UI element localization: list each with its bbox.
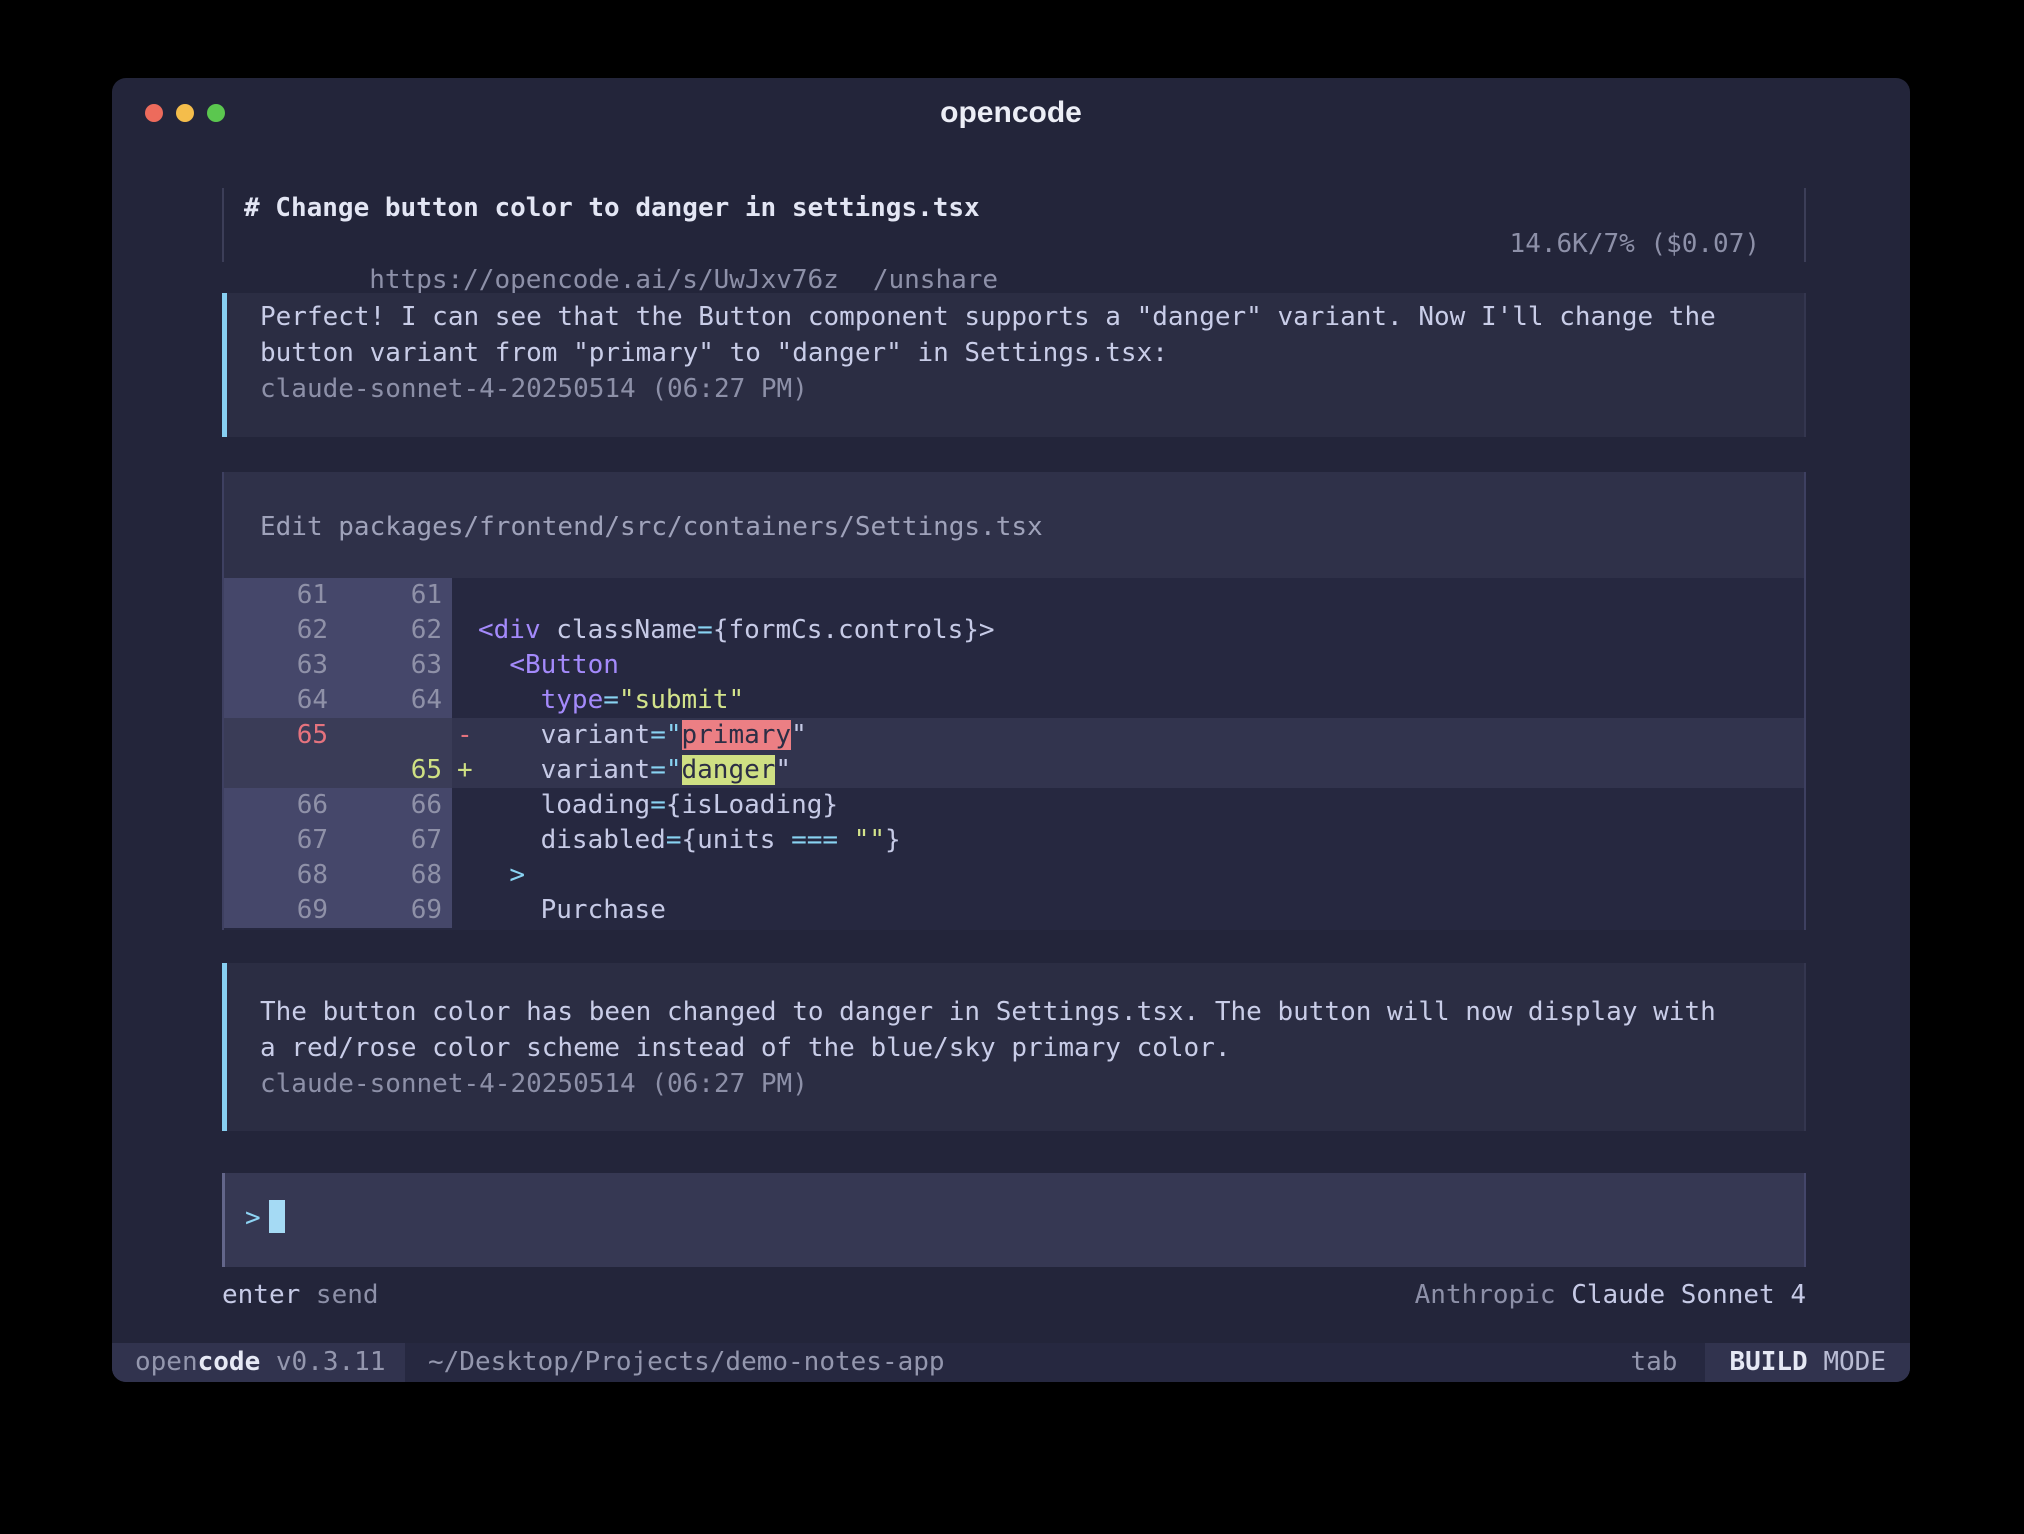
line-number-gutter: 6666	[224, 788, 452, 823]
prompt-chevron: >	[245, 1203, 261, 1233]
diff-row: 6464 type="submit"	[224, 683, 1804, 718]
code-line: <div className={formCs.controls}>	[473, 613, 995, 648]
tab-key-hint: tab	[1630, 1343, 1677, 1382]
hint-row: enter send Anthropic Claude Sonnet 4	[222, 1277, 1806, 1313]
prompt-input[interactable]: >	[222, 1173, 1806, 1267]
line-number-gutter: 6969	[224, 893, 452, 928]
send-hint: enter send	[222, 1277, 379, 1313]
diff-marker: +	[452, 753, 473, 788]
send-label: send	[300, 1280, 378, 1310]
session-header: # Change button color to danger in setti…	[222, 188, 1806, 262]
share-url[interactable]: https://opencode.ai/s/UwJxv76z	[369, 265, 839, 295]
diff-marker	[452, 683, 473, 718]
enter-key-hint: enter	[222, 1280, 300, 1310]
line-number-gutter: 6161	[224, 578, 452, 613]
diff-marker	[452, 893, 473, 928]
mode-toggle[interactable]: BUILD MODE	[1705, 1343, 1910, 1382]
app-version-chip: opencode v0.3.11	[112, 1343, 405, 1382]
app-name-suffix: code	[198, 1347, 261, 1377]
message-model-meta: claude-sonnet-4-20250514 (06:27 PM)	[260, 1066, 1804, 1102]
diff-row: 6161	[224, 578, 1804, 613]
line-number-gutter: 6262	[224, 613, 452, 648]
mode-label: MODE	[1808, 1347, 1886, 1377]
diff-row: 65+ variant="danger"	[224, 753, 1804, 788]
code-line: disabled={units === ""}	[473, 823, 901, 858]
edit-tool-block: Edit packages/frontend/src/containers/Se…	[222, 472, 1806, 930]
app-name-prefix: open	[135, 1347, 198, 1377]
line-number-gutter: 6464	[224, 683, 452, 718]
code-line: loading={isLoading}	[473, 788, 838, 823]
model-indicator: Anthropic Claude Sonnet 4	[1415, 1277, 1806, 1313]
diff-row: 6767 disabled={units === ""}	[224, 823, 1804, 858]
diff-marker	[452, 613, 473, 648]
mode-key: BUILD	[1729, 1347, 1807, 1377]
edit-tool-title: Edit packages/frontend/src/containers/Se…	[224, 472, 1804, 578]
code-line: variant="danger"	[473, 753, 791, 788]
diff-marker	[452, 858, 473, 893]
provider-label: Anthropic	[1415, 1280, 1572, 1310]
diff-row: 6363 <Button	[224, 648, 1804, 683]
code-line: <Button	[473, 648, 619, 683]
status-bar: opencode v0.3.11 ~/Desktop/Projects/demo…	[112, 1343, 1910, 1382]
diff-row: 65- variant="primary"	[224, 718, 1804, 753]
session-title: # Change button color to danger in setti…	[244, 190, 1760, 226]
diff-row: 6666 loading={isLoading}	[224, 788, 1804, 823]
message-line: The button color has been changed to dan…	[260, 994, 1804, 1030]
app-version: v0.3.11	[260, 1347, 385, 1377]
model-name: Claude Sonnet 4	[1571, 1280, 1806, 1310]
code-line: variant="primary"	[473, 718, 807, 753]
message-line: Perfect! I can see that the Button compo…	[260, 299, 1804, 335]
assistant-message: Perfect! I can see that the Button compo…	[222, 293, 1806, 437]
line-number-gutter: 6363	[224, 648, 452, 683]
diff-row: 6969 Purchase	[224, 893, 1804, 928]
desktop: { "window": { "title": "opencode" }, "tr…	[0, 0, 2024, 1534]
code-line: >	[473, 858, 525, 893]
status-right: tab BUILD MODE	[1630, 1343, 1910, 1382]
diff-marker	[452, 788, 473, 823]
diff-rows: 61616262 <div className={formCs.controls}…	[224, 578, 1804, 928]
line-number-gutter: 6767	[224, 823, 452, 858]
line-number-gutter: 6868	[224, 858, 452, 893]
window-titlebar: opencode	[112, 78, 1910, 144]
line-number-gutter: 65	[224, 753, 452, 788]
diff-marker: -	[452, 718, 473, 753]
diff-row: 6868 >	[224, 858, 1804, 893]
assistant-message: The button color has been changed to dan…	[222, 963, 1806, 1131]
window-title: opencode	[112, 96, 1910, 130]
message-line: button variant from "primary" to "danger…	[260, 335, 1804, 371]
code-line	[473, 578, 478, 613]
code-line: type="submit"	[473, 683, 744, 718]
message-line: a red/rose color scheme instead of the b…	[260, 1030, 1804, 1066]
opencode-window: opencode # Change button color to danger…	[112, 78, 1910, 1382]
message-model-meta: claude-sonnet-4-20250514 (06:27 PM)	[260, 371, 1804, 407]
working-directory: ~/Desktop/Projects/demo-notes-app	[428, 1343, 945, 1382]
unshare-command[interactable]: /unshare	[873, 265, 998, 295]
line-number-gutter: 65	[224, 718, 452, 753]
diff-marker	[452, 823, 473, 858]
code-line: Purchase	[473, 893, 666, 928]
diff-marker	[452, 648, 473, 683]
diff-row: 6262 <div className={formCs.controls}>	[224, 613, 1804, 648]
text-cursor	[269, 1200, 285, 1233]
diff-marker	[452, 578, 473, 613]
